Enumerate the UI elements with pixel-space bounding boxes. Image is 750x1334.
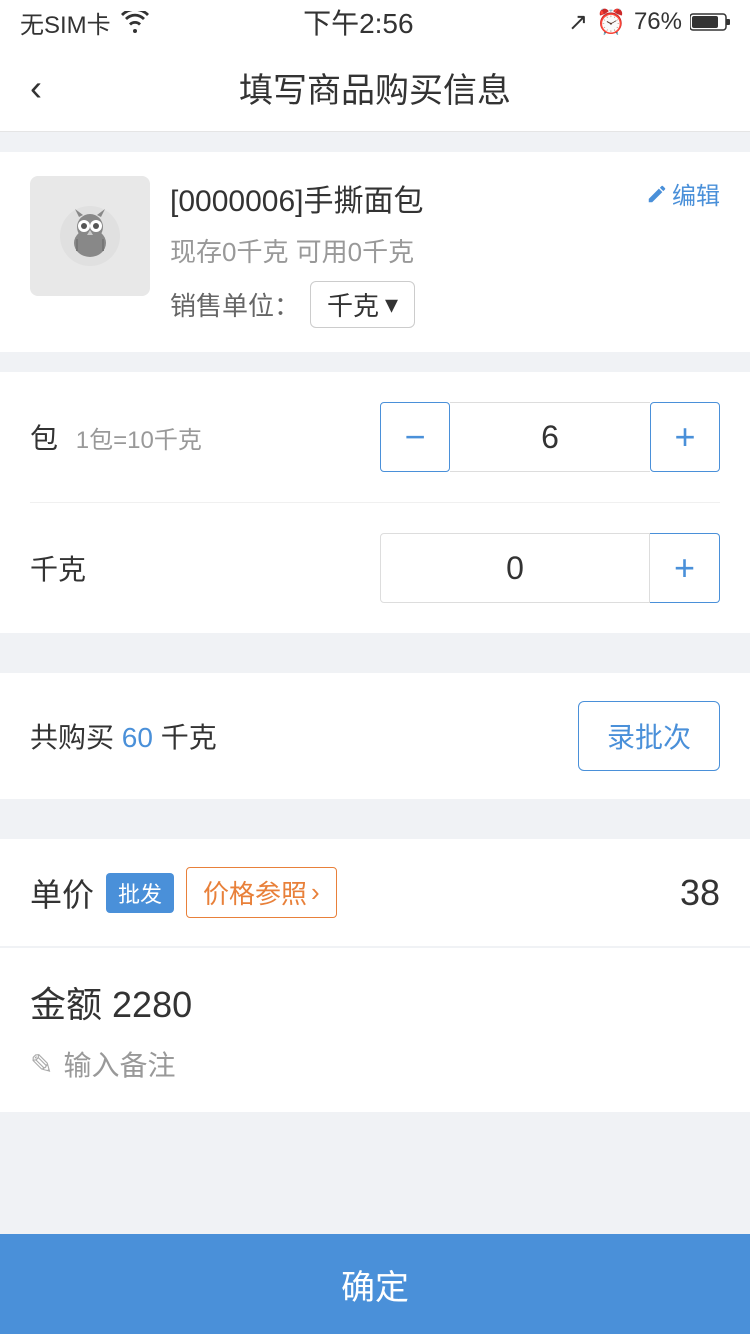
package-minus-btn[interactable]: −: [380, 402, 450, 472]
package-plus-btn[interactable]: +: [650, 402, 720, 472]
carrier-text: 无SIM卡: [20, 5, 111, 40]
divider-2: [0, 633, 750, 653]
quantity-section: 包 1包=10千克 − + 千克 +: [0, 372, 750, 633]
product-name: [0000006]手撕面包: [170, 176, 423, 220]
kilogram-row: 千克 +: [30, 503, 720, 633]
product-image: [30, 176, 150, 296]
kilogram-control: +: [380, 533, 720, 603]
price-section: 单价 批发 价格参照 › 38: [0, 839, 750, 946]
product-stock: 现存0千克 可用0千克: [170, 232, 720, 269]
unit-dropdown-arrow: ▾: [385, 289, 398, 320]
product-info: [0000006]手撕面包 编辑 现存0千克 可用0千克 销售单位： 千克 ▾: [170, 176, 720, 328]
edit-label: 编辑: [672, 176, 720, 211]
package-label: 包: [30, 423, 58, 454]
battery-text: 76%: [634, 8, 682, 36]
package-label-group: 包 1包=10千克: [30, 417, 202, 457]
price-ref-label: 价格参照: [203, 874, 307, 911]
total-amount: 60: [122, 722, 161, 753]
amount-value: 2280: [112, 984, 192, 1025]
note-row[interactable]: ✎ 输入备注: [30, 1044, 720, 1084]
total-unit: 千克: [161, 722, 217, 753]
confirm-button[interactable]: 确定: [0, 1234, 750, 1334]
location-icon: ↗: [568, 8, 588, 37]
edit-button[interactable]: 编辑: [646, 176, 720, 211]
package-qty-input[interactable]: [450, 402, 650, 472]
total-text: 共购买: [30, 722, 114, 753]
total-label-group: 共购买 60 千克: [30, 716, 217, 756]
nav-bar: ‹ 填写商品购买信息: [0, 44, 750, 132]
price-ref-arrow: ›: [311, 877, 320, 908]
edit-icon: [646, 183, 668, 205]
unit-value: 千克: [327, 286, 379, 323]
status-time: 下午2:56: [303, 2, 414, 42]
status-left: 无SIM卡: [20, 5, 149, 40]
battery-icon: [690, 12, 730, 32]
product-card: [0000006]手撕面包 编辑 现存0千克 可用0千克 销售单位： 千克 ▾: [0, 152, 750, 352]
kilogram-qty-input[interactable]: [380, 533, 650, 603]
product-unit-row: 销售单位： 千克 ▾: [170, 281, 720, 328]
note-placeholder[interactable]: 输入备注: [63, 1044, 175, 1084]
back-button[interactable]: ‹: [30, 67, 42, 109]
package-control: − +: [380, 402, 720, 472]
price-value: 38: [680, 872, 720, 914]
status-bar: 无SIM卡 下午2:56 ↗ ⏰ 76%: [0, 0, 750, 44]
note-icon: ✎: [30, 1048, 53, 1081]
bottom-space: [0, 1112, 750, 1232]
divider-3: [0, 799, 750, 819]
amount-section: 金额 2280 ✎ 输入备注: [0, 948, 750, 1112]
kilogram-label: 千克: [30, 548, 86, 588]
amount-label: 金额: [30, 984, 102, 1025]
alarm-icon: ⏰: [596, 8, 626, 37]
owl-logo: [55, 201, 125, 271]
price-left: 单价 批发 价格参照 ›: [30, 867, 337, 918]
status-right: ↗ ⏰ 76%: [568, 8, 730, 37]
page-title: 填写商品购买信息: [239, 63, 511, 112]
unit-selector[interactable]: 千克 ▾: [310, 281, 415, 328]
kilogram-plus-btn[interactable]: +: [650, 533, 720, 603]
divider-1: [0, 352, 750, 372]
record-batch-btn[interactable]: 录批次: [578, 701, 720, 771]
package-hint: 1包=10千克: [76, 427, 202, 454]
unit-label: 销售单位：: [170, 286, 300, 323]
price-label: 单价: [30, 870, 94, 916]
product-name-row: [0000006]手撕面包 编辑: [170, 176, 720, 220]
wifi-icon: [121, 11, 149, 33]
amount-row: 金额 2280: [30, 976, 720, 1028]
total-row: 共购买 60 千克 录批次: [0, 673, 750, 799]
package-row: 包 1包=10千克 − +: [30, 372, 720, 503]
price-ref-btn[interactable]: 价格参照 ›: [186, 867, 337, 918]
price-tag: 批发: [106, 873, 174, 913]
